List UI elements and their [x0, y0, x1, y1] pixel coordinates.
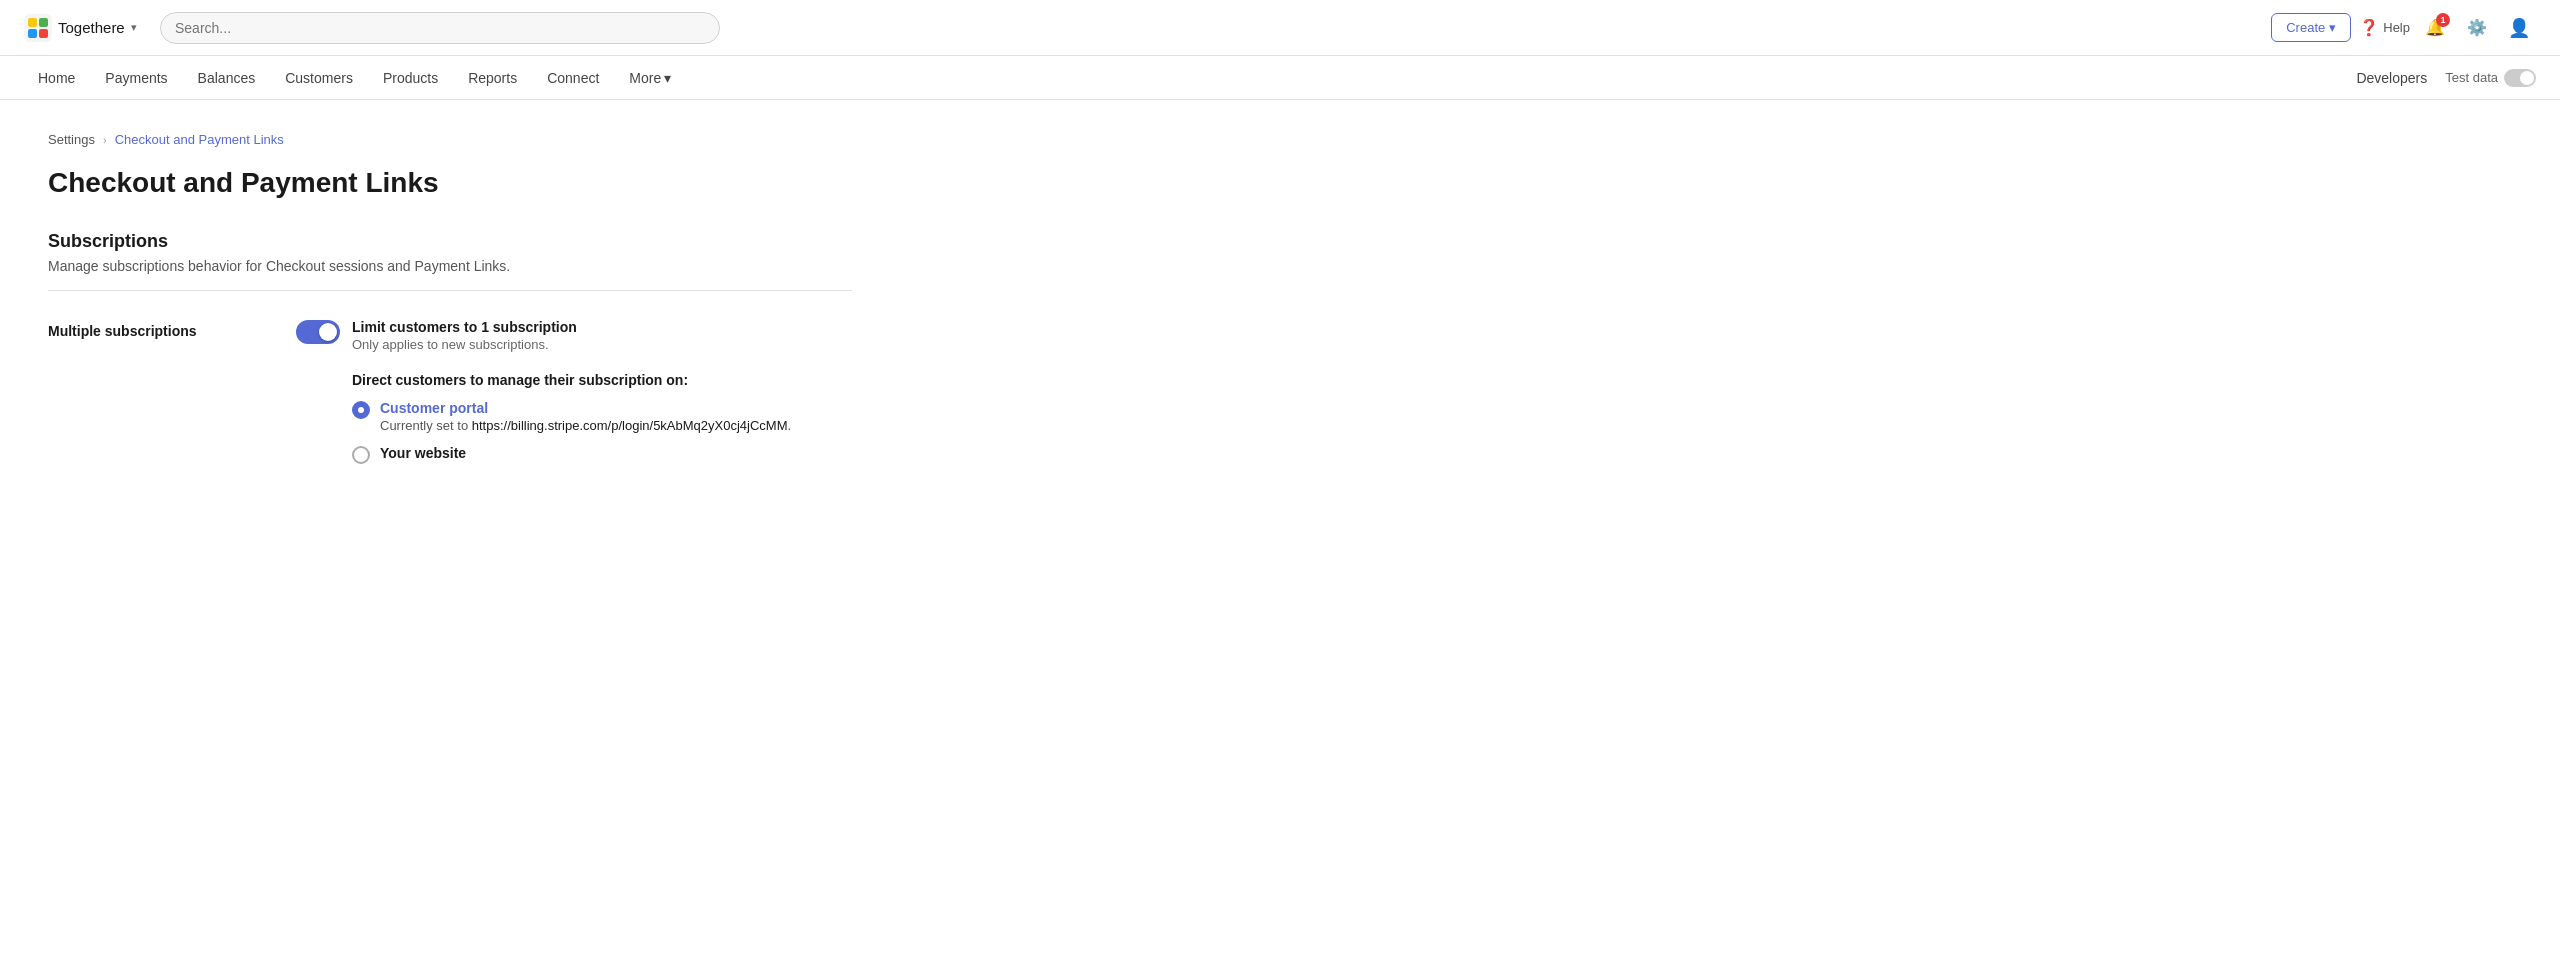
create-label: Create: [2286, 20, 2325, 35]
notification-badge: 1: [2436, 13, 2450, 27]
help-icon: ❓: [2359, 18, 2379, 37]
nav-item-developers[interactable]: Developers: [2342, 62, 2441, 94]
radio-customer-portal-sub: Currently set to https://billing.stripe.…: [380, 418, 791, 433]
setting-content: Limit customers to 1 subscription Only a…: [296, 319, 852, 476]
nav-item-customers[interactable]: Customers: [271, 62, 367, 94]
user-icon: 👤: [2508, 17, 2530, 39]
nav: Home Payments Balances Customers Product…: [0, 56, 2560, 100]
header-right: Create ▾ ❓ Help 🔔 1 ⚙️ 👤: [2271, 11, 2536, 45]
nav-item-more[interactable]: More ▾: [615, 62, 685, 94]
settings-icon-button[interactable]: ⚙️: [2460, 11, 2494, 45]
notifications-button[interactable]: 🔔 1: [2418, 11, 2452, 45]
header: Togethere ▾ Create ▾ ❓ Help 🔔 1 ⚙️ 👤: [0, 0, 2560, 56]
help-button[interactable]: ❓ Help: [2359, 18, 2410, 37]
breadcrumb-current: Checkout and Payment Links: [115, 132, 284, 147]
svg-rect-4: [39, 29, 48, 38]
svg-rect-1: [28, 18, 37, 27]
setting-row-multiple-subscriptions: Multiple subscriptions Limit customers t…: [48, 319, 852, 476]
limit-subscriptions-toggle[interactable]: [296, 320, 340, 344]
nav-right: Developers Test data: [2342, 62, 2536, 94]
customer-portal-link[interactable]: https://billing.stripe.com/p/login/5kAbM…: [472, 418, 788, 433]
nav-item-connect[interactable]: Connect: [533, 62, 613, 94]
radio-option-your-website: Your website: [352, 445, 852, 464]
search-input[interactable]: [160, 12, 720, 44]
create-button[interactable]: Create ▾: [2271, 13, 2351, 42]
breadcrumb: Settings › Checkout and Payment Links: [48, 132, 852, 147]
svg-rect-3: [28, 29, 37, 38]
toggle-text-block: Limit customers to 1 subscription Only a…: [352, 319, 577, 352]
help-label: Help: [2383, 20, 2410, 35]
test-data-label: Test data: [2445, 70, 2498, 85]
radio-option-customer-portal: Customer portal Currently set to https:/…: [352, 400, 852, 433]
radio-customer-portal-label[interactable]: Customer portal: [380, 400, 791, 416]
setting-label-multiple-subscriptions: Multiple subscriptions: [48, 319, 248, 339]
section-desc: Manage subscriptions behavior for Checko…: [48, 258, 852, 274]
logo-area[interactable]: Togethere ▾: [24, 14, 144, 42]
section-divider: [48, 290, 852, 291]
nav-item-payments[interactable]: Payments: [91, 62, 181, 94]
svg-rect-0: [24, 14, 52, 42]
radio-your-website-text: Your website: [380, 445, 466, 461]
nav-item-reports[interactable]: Reports: [454, 62, 531, 94]
radio-customer-portal-text: Customer portal Currently set to https:/…: [380, 400, 791, 433]
section-title: Subscriptions: [48, 231, 852, 252]
svg-rect-2: [39, 18, 48, 27]
nav-left: Home Payments Balances Customers Product…: [24, 62, 2342, 94]
test-data-switch[interactable]: [2504, 69, 2536, 87]
toggle-sub-text: Only applies to new subscriptions.: [352, 337, 577, 352]
search-bar: [160, 12, 720, 44]
nav-item-products[interactable]: Products: [369, 62, 452, 94]
more-chevron-icon: ▾: [664, 70, 671, 86]
create-chevron-icon: ▾: [2329, 20, 2336, 35]
breadcrumb-chevron-icon: ›: [103, 134, 107, 146]
radio-your-website-label[interactable]: Your website: [380, 445, 466, 461]
logo-icon: [24, 14, 52, 42]
logo-chevron-icon: ▾: [131, 21, 137, 34]
toggle-row: Limit customers to 1 subscription Only a…: [296, 319, 852, 352]
radio-your-website-button[interactable]: [352, 446, 370, 464]
more-label: More: [629, 70, 661, 86]
toggle-main-text: Limit customers to 1 subscription: [352, 319, 577, 335]
profile-button[interactable]: 👤: [2502, 11, 2536, 45]
page-title: Checkout and Payment Links: [48, 167, 852, 199]
test-data-toggle: Test data: [2445, 69, 2536, 87]
radio-customer-portal-button[interactable]: [352, 401, 370, 419]
nav-item-balances[interactable]: Balances: [184, 62, 270, 94]
radio-group-label: Direct customers to manage their subscri…: [352, 372, 852, 388]
gear-icon: ⚙️: [2467, 18, 2487, 37]
breadcrumb-settings-link[interactable]: Settings: [48, 132, 95, 147]
app-name: Togethere: [58, 19, 125, 36]
main-content: Settings › Checkout and Payment Links Ch…: [0, 100, 900, 508]
nav-item-home[interactable]: Home: [24, 62, 89, 94]
